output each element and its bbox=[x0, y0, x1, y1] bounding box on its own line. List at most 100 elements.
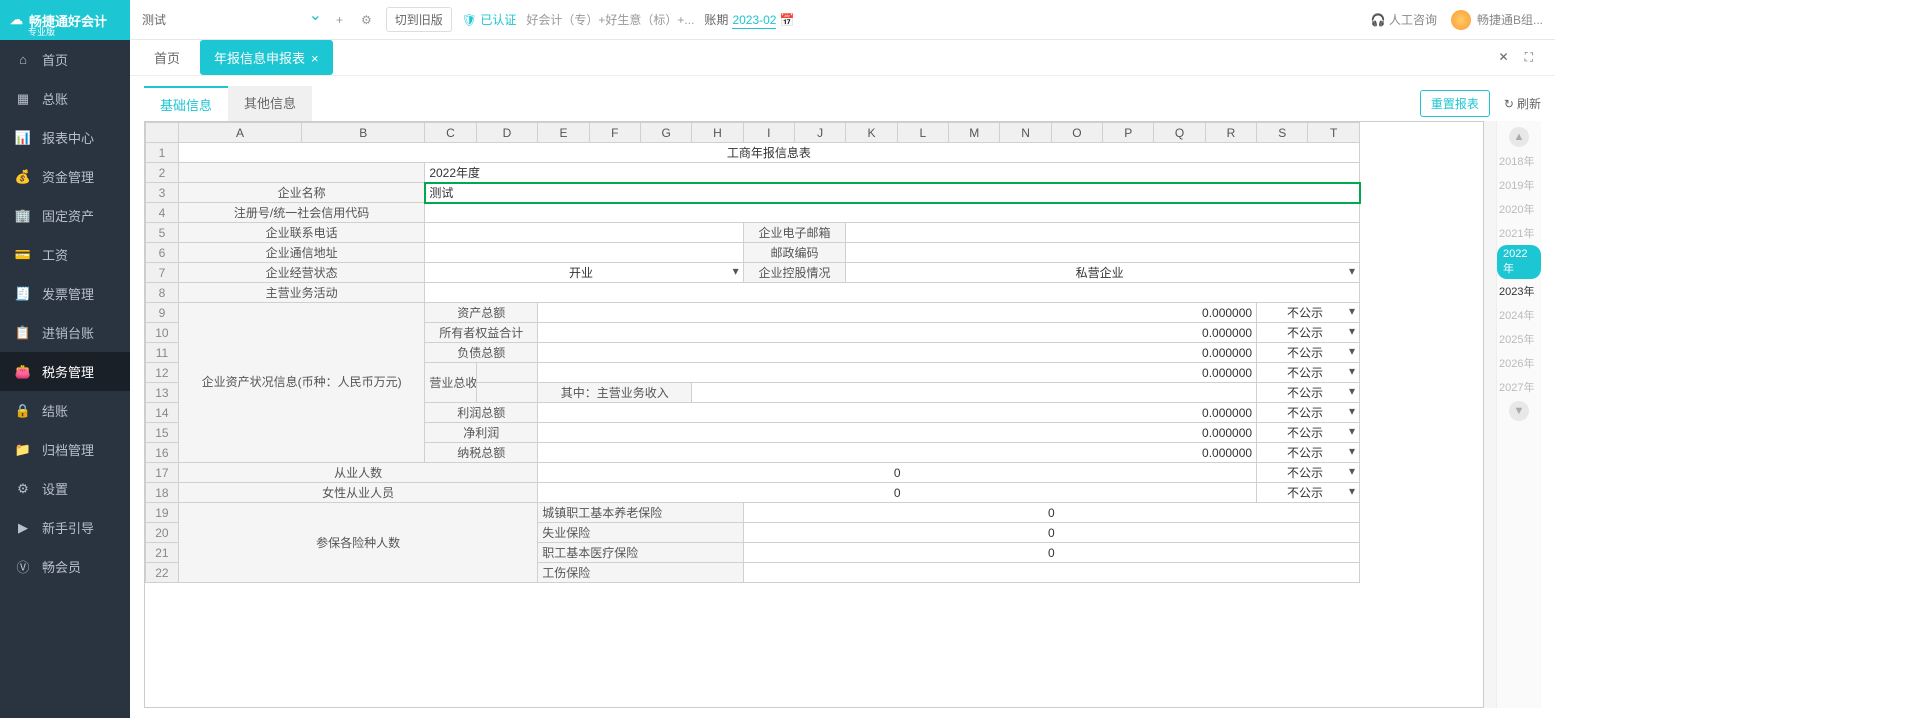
col-header[interactable]: D bbox=[476, 123, 538, 143]
col-header[interactable]: S bbox=[1257, 123, 1308, 143]
nav-item-invoice[interactable]: 🧾发票管理 bbox=[0, 274, 130, 313]
row-header[interactable]: 16 bbox=[146, 443, 179, 463]
cell[interactable]: 企业电子邮箱 bbox=[743, 223, 846, 243]
nav-item-close[interactable]: 🔒结账 bbox=[0, 391, 130, 430]
cell[interactable]: 不公示▾ bbox=[1257, 343, 1360, 363]
cell[interactable]: 企业通信地址 bbox=[178, 243, 424, 263]
row-header[interactable]: 15 bbox=[146, 423, 179, 443]
cell[interactable]: 不公示▾ bbox=[1257, 363, 1360, 383]
col-header[interactable]: L bbox=[897, 123, 948, 143]
year-2021年[interactable]: 2021年 bbox=[1497, 221, 1541, 245]
cell[interactable]: 不公示▾ bbox=[1257, 403, 1360, 423]
cell[interactable] bbox=[476, 363, 538, 383]
nav-item-report[interactable]: 📊报表中心 bbox=[0, 118, 130, 157]
gear-icon[interactable]: ⚙ bbox=[357, 9, 376, 31]
cell[interactable]: 注册号/统一社会信用代码 bbox=[178, 203, 424, 223]
row-header[interactable]: 6 bbox=[146, 243, 179, 263]
col-header[interactable]: M bbox=[949, 123, 1000, 143]
user-menu[interactable]: 畅捷通B组... bbox=[1451, 10, 1543, 30]
nav-item-asset[interactable]: 🏢固定资产 bbox=[0, 196, 130, 235]
col-header[interactable]: Q bbox=[1154, 123, 1205, 143]
cell[interactable] bbox=[846, 223, 1360, 243]
col-header[interactable]: G bbox=[640, 123, 691, 143]
col-header[interactable]: P bbox=[1103, 123, 1154, 143]
cell[interactable]: 0 bbox=[743, 523, 1359, 543]
cell[interactable]: 0.000000 bbox=[538, 363, 1257, 383]
cell[interactable]: 纳税总额 bbox=[425, 443, 538, 463]
cell[interactable]: 净利润 bbox=[425, 423, 538, 443]
row-header[interactable]: 9 bbox=[146, 303, 179, 323]
cell[interactable] bbox=[846, 243, 1360, 263]
cell[interactable]: 不公示▾ bbox=[1257, 463, 1360, 483]
period-calendar-icon[interactable]: 📅 bbox=[780, 13, 795, 27]
col-header[interactable]: I bbox=[743, 123, 794, 143]
col-header[interactable]: H bbox=[692, 123, 743, 143]
cell[interactable]: 私营企业▾ bbox=[846, 263, 1360, 283]
nav-item-vip[interactable]: Ⓥ畅会员 bbox=[0, 547, 130, 586]
nav-item-salary[interactable]: 💳工资 bbox=[0, 235, 130, 274]
cell[interactable]: 0 bbox=[743, 503, 1359, 523]
reset-button[interactable]: 重置报表 bbox=[1420, 90, 1490, 117]
cell[interactable]: 利润总额 bbox=[425, 403, 538, 423]
row-header[interactable]: 18 bbox=[146, 483, 179, 503]
row-header[interactable]: 14 bbox=[146, 403, 179, 423]
cell[interactable]: 2022年度 bbox=[425, 163, 1360, 183]
year-2020年[interactable]: 2020年 bbox=[1497, 197, 1541, 221]
col-header[interactable]: R bbox=[1205, 123, 1256, 143]
row-header[interactable]: 10 bbox=[146, 323, 179, 343]
year-2024年[interactable]: 2024年 bbox=[1497, 303, 1541, 327]
cell[interactable]: 负债总额 bbox=[425, 343, 538, 363]
row-header[interactable]: 13 bbox=[146, 383, 179, 403]
cell[interactable]: 不公示▾ bbox=[1257, 383, 1360, 403]
cell[interactable]: 邮政编码 bbox=[743, 243, 846, 263]
tab-annual-report[interactable]: 年报信息申报表× bbox=[200, 40, 333, 75]
cell[interactable]: 0 bbox=[538, 463, 1257, 483]
cell[interactable] bbox=[178, 163, 424, 183]
period-selector[interactable]: 2023-02 bbox=[732, 13, 776, 29]
cell[interactable]: 城镇职工基本养老保险 bbox=[538, 503, 743, 523]
row-header[interactable]: 3 bbox=[146, 183, 179, 203]
switch-old-button[interactable]: 切到旧版 bbox=[386, 7, 452, 32]
col-header[interactable]: J bbox=[795, 123, 846, 143]
nav-item-fund[interactable]: 💰资金管理 bbox=[0, 157, 130, 196]
col-header[interactable]: C bbox=[425, 123, 476, 143]
cell[interactable]: 企业经营状态 bbox=[178, 263, 424, 283]
cell[interactable]: 参保各险种人数 bbox=[178, 503, 537, 583]
col-header[interactable]: E bbox=[538, 123, 589, 143]
row-header[interactable]: 21 bbox=[146, 543, 179, 563]
row-header[interactable]: 20 bbox=[146, 523, 179, 543]
year-2019年[interactable]: 2019年 bbox=[1497, 173, 1541, 197]
tab-home[interactable]: 首页 bbox=[140, 40, 194, 75]
nav-item-guide[interactable]: ▶新手引导 bbox=[0, 508, 130, 547]
row-header[interactable]: 11 bbox=[146, 343, 179, 363]
year-2027年[interactable]: 2027年 bbox=[1497, 375, 1541, 399]
cell[interactable] bbox=[425, 243, 743, 263]
cell[interactable]: 企业控股情况 bbox=[743, 263, 846, 283]
nav-item-stock[interactable]: 📋进销台账 bbox=[0, 313, 130, 352]
col-header[interactable]: T bbox=[1308, 123, 1360, 143]
subtab-other[interactable]: 其他信息 bbox=[228, 86, 312, 121]
nav-item-settings[interactable]: ⚙设置 bbox=[0, 469, 130, 508]
nav-item-archive[interactable]: 📁归档管理 bbox=[0, 430, 130, 469]
tab-close-icon[interactable]: × bbox=[311, 51, 319, 66]
cell[interactable]: 营业总收入 bbox=[425, 363, 476, 403]
cell[interactable]: 0.000000 bbox=[538, 323, 1257, 343]
cell[interactable]: 企业资产状况信息(币种：人民币万元) bbox=[178, 303, 424, 463]
cell[interactable]: 不公示▾ bbox=[1257, 323, 1360, 343]
cell[interactable] bbox=[425, 223, 743, 243]
col-header[interactable]: F bbox=[589, 123, 640, 143]
cell[interactable]: 从业人数 bbox=[178, 463, 537, 483]
year-up-icon[interactable]: ▲ bbox=[1509, 127, 1529, 147]
col-header[interactable]: N bbox=[1000, 123, 1051, 143]
cell[interactable]: 0.000000 bbox=[538, 423, 1257, 443]
cell[interactable]: 不公示▾ bbox=[1257, 423, 1360, 443]
cell[interactable]: 0.000000 bbox=[538, 403, 1257, 423]
nav-item-ledger[interactable]: ▦总账 bbox=[0, 79, 130, 118]
cell[interactable] bbox=[425, 203, 1360, 223]
cell[interactable]: 所有者权益合计 bbox=[425, 323, 538, 343]
cell[interactable]: 0.000000 bbox=[538, 303, 1257, 323]
cell[interactable]: 工商年报信息表 bbox=[178, 143, 1359, 163]
cell[interactable] bbox=[692, 383, 1257, 403]
row-header[interactable]: 19 bbox=[146, 503, 179, 523]
col-header[interactable] bbox=[146, 123, 179, 143]
